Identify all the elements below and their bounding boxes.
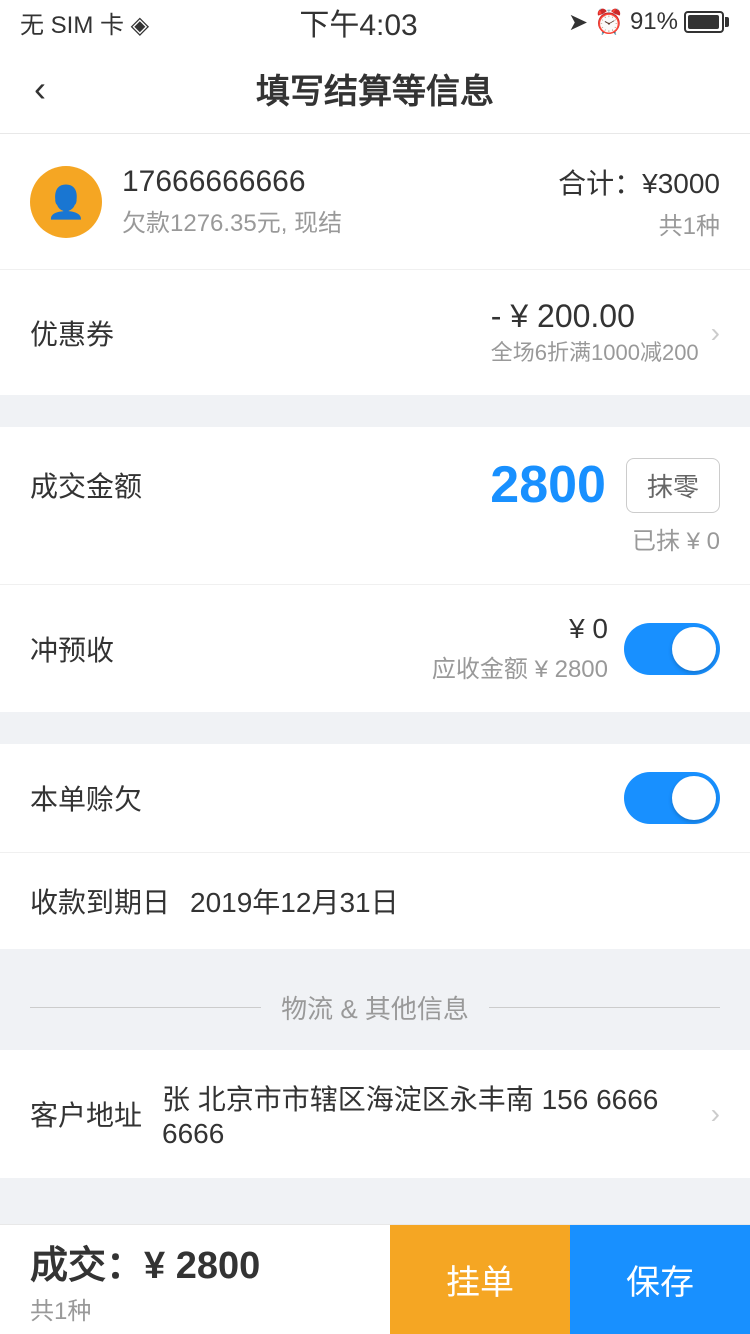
amount-value: 2800 bbox=[490, 455, 606, 515]
address-section[interactable]: 客户地址 张 北京市市辖区海淀区永丰南 156 6666 6666 › bbox=[0, 1050, 750, 1178]
customer-left: 👤 17666666666 欠款1276.35元, 现结 bbox=[30, 165, 342, 238]
round-button[interactable]: 抹零 bbox=[626, 458, 720, 513]
alarm-icon: ⏰ bbox=[594, 8, 624, 37]
coupon-desc: 全场6折满1000减200 bbox=[491, 335, 699, 367]
customer-right: 合计：¥3000 共1种 bbox=[558, 162, 720, 241]
save-button[interactable]: 保存 bbox=[570, 1225, 750, 1334]
amount-card: 成交金额 2800 抹零 已抹 ¥ 0 冲预收 ¥ 0 应收金额 ¥ 2800 bbox=[0, 427, 750, 712]
due-date-section: 收款到期日 2019年12月31日 bbox=[0, 852, 750, 949]
coupon-right: - ¥ 200.00 全场6折满1000减200 › bbox=[491, 298, 720, 367]
prepay-value: ¥ 0 bbox=[432, 613, 608, 645]
divider-line-left bbox=[30, 1007, 261, 1008]
debit-toggle[interactable] bbox=[624, 772, 720, 824]
page-title: 填写结算等信息 bbox=[256, 64, 494, 113]
due-date-label: 收款到期日 bbox=[30, 881, 170, 921]
customer-info: 17666666666 欠款1276.35元, 现结 bbox=[122, 165, 342, 238]
coupon-amount: - ¥ 200.00 bbox=[491, 298, 699, 335]
toggle-knob bbox=[672, 627, 716, 671]
bottom-deal: 成交：¥ 2800 bbox=[30, 1234, 360, 1289]
debit-section: 本单赊欠 bbox=[0, 744, 750, 852]
hold-button[interactable]: 挂单 bbox=[390, 1225, 570, 1334]
amount-value-wrap: 2800 抹零 bbox=[490, 455, 720, 515]
customer-sub: 欠款1276.35元, 现结 bbox=[122, 203, 342, 238]
prepay-row: 冲预收 ¥ 0 应收金额 ¥ 2800 bbox=[30, 613, 720, 684]
debit-label: 本单赊欠 bbox=[30, 778, 142, 818]
address-card: 客户地址 张 北京市市辖区海淀区永丰南 156 6666 6666 › bbox=[0, 1050, 750, 1178]
status-bar: 无 SIM 卡 ◈ 下午4:03 ➤ ⏰ 91% bbox=[0, 0, 750, 44]
debit-toggle-knob bbox=[672, 776, 716, 820]
prepay-label: 冲预收 bbox=[30, 629, 114, 669]
prepay-right: ¥ 0 应收金额 ¥ 2800 bbox=[432, 613, 720, 684]
due-date-value: 2019年12月31日 bbox=[190, 881, 399, 921]
prepay-sub: 应收金额 ¥ 2800 bbox=[432, 649, 608, 684]
coupon-label: 优惠券 bbox=[30, 313, 114, 353]
battery-percent: 91% bbox=[630, 8, 678, 36]
status-right: ➤ ⏰ 91% bbox=[568, 8, 730, 37]
address-value: 张 北京市市辖区海淀区永丰南 156 6666 6666 bbox=[162, 1078, 711, 1150]
avatar: 👤 bbox=[30, 166, 102, 238]
bottom-deal-label: 成交： bbox=[30, 1245, 144, 1287]
debit-card: 本单赊欠 收款到期日 2019年12月31日 bbox=[0, 744, 750, 949]
logistics-divider: 物流 & 其他信息 bbox=[0, 965, 750, 1050]
content: 👤 17666666666 欠款1276.35元, 现结 合计：¥3000 共1… bbox=[0, 134, 750, 1314]
customer-phone: 17666666666 bbox=[122, 165, 342, 199]
address-label: 客户地址 bbox=[30, 1094, 142, 1134]
divider-line-right bbox=[489, 1007, 720, 1008]
prepay-section: 冲预收 ¥ 0 应收金额 ¥ 2800 bbox=[0, 584, 750, 712]
customer-count: 共1种 bbox=[558, 206, 720, 241]
address-chevron-right-icon: › bbox=[711, 1098, 720, 1130]
amount-section: 成交金额 2800 抹零 已抹 ¥ 0 bbox=[0, 427, 750, 584]
amount-row: 成交金额 2800 抹零 bbox=[30, 455, 720, 515]
amount-sub: 已抹 ¥ 0 bbox=[30, 521, 720, 556]
logistics-label: 物流 & 其他信息 bbox=[281, 989, 469, 1026]
prepay-value-wrap: ¥ 0 应收金额 ¥ 2800 bbox=[432, 613, 608, 684]
nav-bar: ‹ 填写结算等信息 bbox=[0, 44, 750, 134]
status-time: 下午4:03 bbox=[299, 0, 417, 44]
status-left: 无 SIM 卡 ◈ bbox=[20, 5, 149, 40]
bottom-bar: 成交：¥ 2800 共1种 挂单 保存 bbox=[0, 1224, 750, 1334]
separator-2 bbox=[0, 728, 750, 744]
chevron-right-icon: › bbox=[711, 317, 720, 349]
sim-label: 无 SIM 卡 ◈ bbox=[20, 5, 149, 40]
coupon-row[interactable]: 优惠券 - ¥ 200.00 全场6折满1000减200 › bbox=[0, 269, 750, 395]
avatar-icon: 👤 bbox=[46, 183, 86, 221]
prepay-toggle[interactable] bbox=[624, 623, 720, 675]
amount-label: 成交金额 bbox=[30, 465, 142, 505]
bottom-info: 成交：¥ 2800 共1种 bbox=[0, 1234, 390, 1326]
location-icon: ➤ bbox=[568, 8, 588, 37]
customer-total: 合计：¥3000 bbox=[558, 162, 720, 202]
customer-card: 👤 17666666666 欠款1276.35元, 现结 合计：¥3000 共1… bbox=[0, 134, 750, 395]
separator-1 bbox=[0, 411, 750, 427]
bottom-count: 共1种 bbox=[30, 1291, 360, 1326]
due-date-row: 收款到期日 2019年12月31日 bbox=[30, 881, 720, 921]
customer-row: 👤 17666666666 欠款1276.35元, 现结 合计：¥3000 共1… bbox=[0, 134, 750, 269]
back-button[interactable]: ‹ bbox=[24, 58, 56, 120]
battery-icon bbox=[684, 11, 730, 33]
bottom-deal-amount: ¥ 2800 bbox=[144, 1245, 260, 1287]
